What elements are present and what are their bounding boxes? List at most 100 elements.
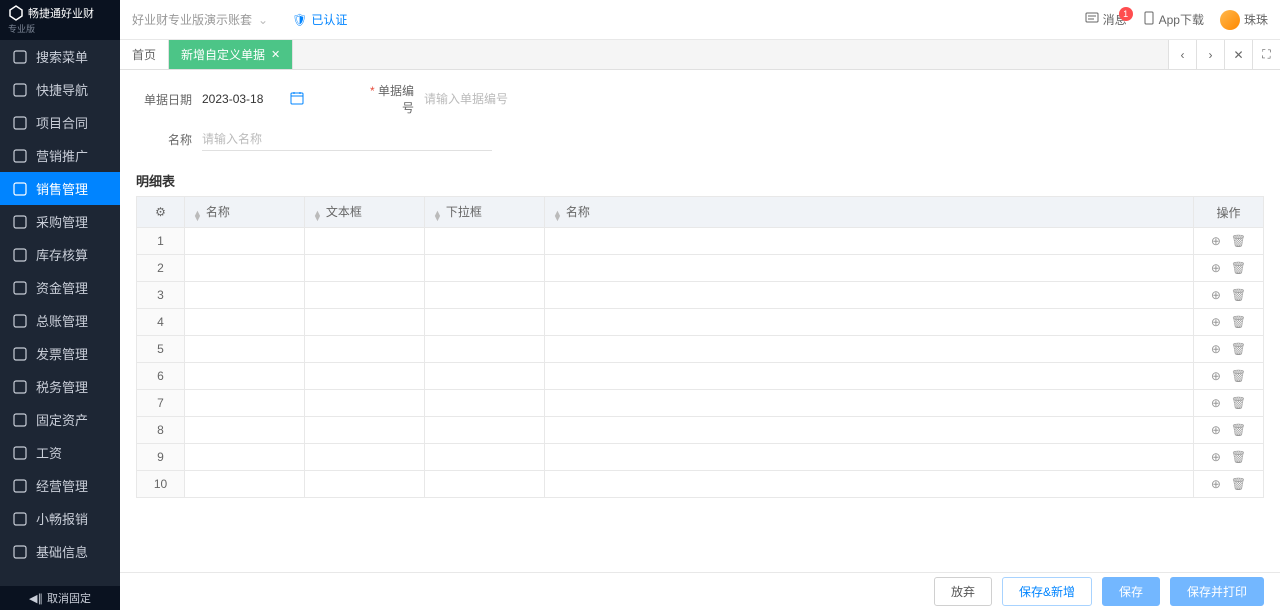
calendar-icon[interactable] <box>290 91 304 108</box>
cell-name2[interactable] <box>545 228 1194 255</box>
sidebar-item-7[interactable]: 资金管理 <box>0 271 120 304</box>
table-row[interactable]: 1⊕🗑 <box>137 228 1264 255</box>
save-new-button[interactable]: 保存&新增 <box>1002 577 1092 606</box>
cell-select[interactable] <box>425 309 545 336</box>
org-selector[interactable]: 好业财专业版演示账套 ⌄ <box>132 11 268 28</box>
row-add-button[interactable]: ⊕ <box>1211 234 1221 248</box>
sidebar-item-2[interactable]: 项目合同 <box>0 106 120 139</box>
column-select[interactable]: ▲▼下拉框 <box>425 197 545 228</box>
app-download-button[interactable]: App下载 <box>1143 11 1204 28</box>
table-row[interactable]: 9⊕🗑 <box>137 444 1264 471</box>
cell-name2[interactable] <box>545 282 1194 309</box>
table-row[interactable]: 4⊕🗑 <box>137 309 1264 336</box>
row-delete-button[interactable]: 🗑 <box>1231 396 1246 410</box>
row-add-button[interactable]: ⊕ <box>1211 477 1221 491</box>
sidebar-item-15[interactable]: 基础信息 <box>0 535 120 568</box>
sidebar-item-5[interactable]: 采购管理 <box>0 205 120 238</box>
row-delete-button[interactable]: 🗑 <box>1231 315 1246 329</box>
sidebar-item-3[interactable]: 营销推广 <box>0 139 120 172</box>
table-row[interactable]: 6⊕🗑 <box>137 363 1264 390</box>
sidebar-item-8[interactable]: 总账管理 <box>0 304 120 337</box>
cell-text[interactable] <box>305 282 425 309</box>
cell-name[interactable] <box>185 228 305 255</box>
row-delete-button[interactable]: 🗑 <box>1231 261 1246 275</box>
date-input[interactable] <box>202 88 282 111</box>
sidebar-pin-toggle[interactable]: ◀∥ 取消固定 <box>0 586 120 610</box>
cell-name2[interactable] <box>545 444 1194 471</box>
column-settings[interactable]: ⚙ <box>137 197 185 228</box>
cell-name2[interactable] <box>545 471 1194 498</box>
row-add-button[interactable]: ⊕ <box>1211 369 1221 383</box>
row-add-button[interactable]: ⊕ <box>1211 342 1221 356</box>
cell-text[interactable] <box>305 363 425 390</box>
cell-text[interactable] <box>305 336 425 363</box>
row-delete-button[interactable]: 🗑 <box>1231 423 1246 437</box>
cell-select[interactable] <box>425 417 545 444</box>
cell-name[interactable] <box>185 390 305 417</box>
cell-text[interactable] <box>305 417 425 444</box>
save-button[interactable]: 保存 <box>1102 577 1160 606</box>
tabs-prev-button[interactable]: ‹ <box>1168 40 1196 69</box>
row-delete-button[interactable]: 🗑 <box>1231 234 1246 248</box>
name-input[interactable] <box>202 128 492 151</box>
sidebar-item-4[interactable]: 销售管理 <box>0 172 120 205</box>
sidebar-item-14[interactable]: 小畅报销 <box>0 502 120 535</box>
cell-text[interactable] <box>305 255 425 282</box>
cell-select[interactable] <box>425 390 545 417</box>
cell-name2[interactable] <box>545 390 1194 417</box>
table-row[interactable]: 2⊕🗑 <box>137 255 1264 282</box>
cell-select[interactable] <box>425 336 545 363</box>
cell-select[interactable] <box>425 255 545 282</box>
cell-text[interactable] <box>305 444 425 471</box>
table-row[interactable]: 7⊕🗑 <box>137 390 1264 417</box>
row-delete-button[interactable]: 🗑 <box>1231 477 1246 491</box>
cell-name[interactable] <box>185 255 305 282</box>
cell-text[interactable] <box>305 390 425 417</box>
cell-name[interactable] <box>185 444 305 471</box>
docno-input[interactable] <box>424 88 604 111</box>
column-name[interactable]: ▲▼名称 <box>185 197 305 228</box>
cell-text[interactable] <box>305 228 425 255</box>
cell-select[interactable] <box>425 471 545 498</box>
row-add-button[interactable]: ⊕ <box>1211 423 1221 437</box>
table-row[interactable]: 3⊕🗑 <box>137 282 1264 309</box>
cell-name2[interactable] <box>545 255 1194 282</box>
cell-select[interactable] <box>425 228 545 255</box>
cell-select[interactable] <box>425 282 545 309</box>
row-add-button[interactable]: ⊕ <box>1211 288 1221 302</box>
cell-name[interactable] <box>185 336 305 363</box>
row-add-button[interactable]: ⊕ <box>1211 396 1221 410</box>
table-row[interactable]: 8⊕🗑 <box>137 417 1264 444</box>
tabs-close-button[interactable]: ✕ <box>1224 40 1252 69</box>
sidebar-item-10[interactable]: 税务管理 <box>0 370 120 403</box>
fullscreen-button[interactable]: ⛶ <box>1252 40 1280 69</box>
table-row[interactable]: 10⊕🗑 <box>137 471 1264 498</box>
row-add-button[interactable]: ⊕ <box>1211 315 1221 329</box>
row-delete-button[interactable]: 🗑 <box>1231 342 1246 356</box>
cell-name2[interactable] <box>545 309 1194 336</box>
cell-text[interactable] <box>305 471 425 498</box>
sidebar-item-16[interactable]: 系统管理 <box>0 568 120 570</box>
cell-name[interactable] <box>185 471 305 498</box>
row-delete-button[interactable]: 🗑 <box>1231 288 1246 302</box>
sidebar-item-0[interactable]: 搜索菜单 <box>0 40 120 73</box>
cell-name[interactable] <box>185 363 305 390</box>
column-name2[interactable]: ▲▼名称 <box>545 197 1194 228</box>
sidebar-item-1[interactable]: 快捷导航 <box>0 73 120 106</box>
tabs-next-button[interactable]: › <box>1196 40 1224 69</box>
table-row[interactable]: 5⊕🗑 <box>137 336 1264 363</box>
save-print-button[interactable]: 保存并打印 <box>1170 577 1264 606</box>
tab-home[interactable]: 首页 <box>120 40 169 69</box>
cell-name2[interactable] <box>545 336 1194 363</box>
cell-name[interactable] <box>185 282 305 309</box>
discard-button[interactable]: 放弃 <box>934 577 992 606</box>
sidebar-item-12[interactable]: 工资 <box>0 436 120 469</box>
row-delete-button[interactable]: 🗑 <box>1231 369 1246 383</box>
user-menu[interactable]: 珠珠 <box>1220 10 1268 30</box>
column-text[interactable]: ▲▼文本框 <box>305 197 425 228</box>
close-icon[interactable]: ✕ <box>271 48 280 61</box>
cell-name2[interactable] <box>545 417 1194 444</box>
sidebar-item-13[interactable]: 经营管理 <box>0 469 120 502</box>
cell-name2[interactable] <box>545 363 1194 390</box>
cell-select[interactable] <box>425 363 545 390</box>
